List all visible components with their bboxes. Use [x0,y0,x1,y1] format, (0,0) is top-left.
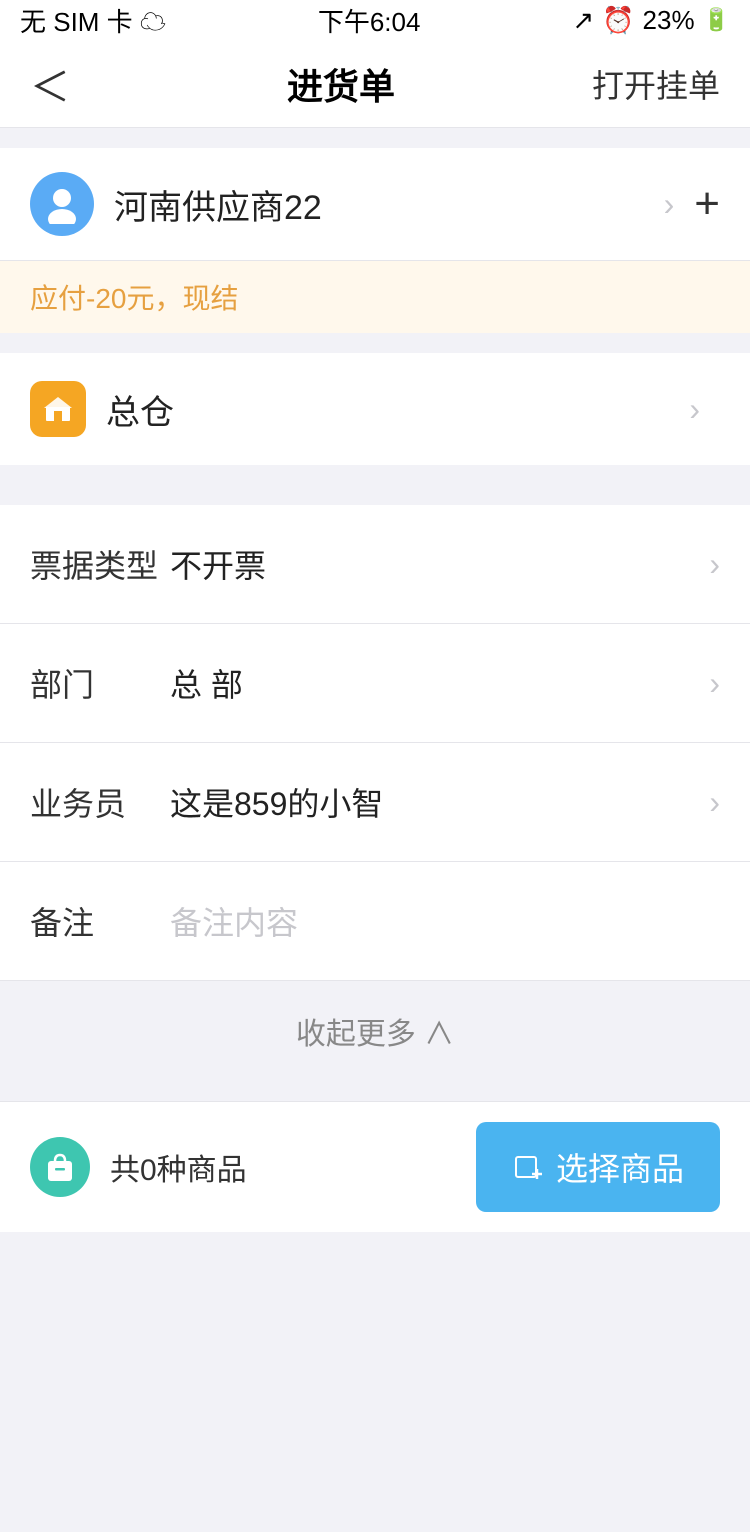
remark-input[interactable]: 备注内容 [160,898,720,944]
select-product-icon [512,1151,544,1183]
supplier-section: 河南供应商22 › + 应付-20元，现结 [0,148,750,333]
status-bar: 无 SIM 卡 ☁ 下午6:04 ↗ ⏰ 23% 🔋 [0,0,750,40]
invoice-type-label: 票据类型 [30,541,160,587]
invoice-type-row[interactable]: 票据类型 不开票 › [0,505,750,624]
battery-label: 23% [643,5,695,36]
bottom-bar: 共0种商品 选择商品 [0,1101,750,1232]
remark-label: 备注 [30,898,160,944]
salesperson-label: 业务员 [30,779,160,825]
warehouse-name: 总仓 [106,385,689,434]
back-button[interactable]: ＜ [30,55,90,113]
location-icon: ↗ [572,5,594,36]
status-time: 下午6:04 [318,2,421,39]
warehouse-icon [30,381,86,437]
battery-icon: 🔋 [703,7,730,33]
section-gap-2 [0,333,750,353]
supplier-chevron-icon: › [664,186,675,223]
collapse-row[interactable]: 收起更多 ∧ [0,980,750,1081]
open-pending-button[interactable]: 打开挂单 [592,61,720,107]
person-icon [42,184,82,224]
form-section: 票据类型 不开票 › 部门 总 部 › 业务员 这是859的小智 › 备注 备注… [0,505,750,980]
department-value: 总 部 [160,660,709,706]
department-label: 部门 [30,660,160,706]
warehouse-section[interactable]: 总仓 › [0,353,750,465]
warehouse-row[interactable]: 总仓 › [0,353,750,465]
warehouse-building-icon [42,393,74,425]
content-background [0,1232,750,1532]
status-right: ↗ ⏰ 23% 🔋 [572,5,730,36]
warehouse-chevron-icon: › [689,391,700,428]
page-title: 进货单 [287,58,395,110]
product-bag-icon [30,1137,90,1197]
select-product-button[interactable]: 选择商品 [476,1122,720,1212]
nav-bar: ＜ 进货单 打开挂单 [0,40,750,128]
add-supplier-button[interactable]: + [694,182,720,226]
section-gap-3 [0,465,750,485]
invoice-type-chevron-icon: › [709,546,720,583]
back-icon: ＜ [30,66,70,110]
alarm-icon: ⏰ [602,5,634,36]
bag-icon [42,1149,78,1185]
section-gap-1 [0,128,750,148]
department-chevron-icon: › [709,665,720,702]
select-product-label: 选择商品 [556,1144,684,1190]
remark-row[interactable]: 备注 备注内容 [0,862,750,980]
salesperson-chevron-icon: › [709,784,720,821]
sim-label: 无 SIM 卡 ☁ [20,2,166,39]
status-left: 无 SIM 卡 ☁ [20,2,166,39]
supplier-name: 河南供应商22 [114,180,664,229]
product-count-label: 共0种商品 [110,1145,456,1189]
section-gap-4 [0,1081,750,1101]
department-row[interactable]: 部门 总 部 › [0,624,750,743]
invoice-type-value: 不开票 [160,541,709,587]
supplier-row[interactable]: 河南供应商22 › + [0,148,750,261]
salesperson-value: 这是859的小智 [160,779,709,825]
salesperson-row[interactable]: 业务员 这是859的小智 › [0,743,750,862]
supplier-avatar [30,172,94,236]
notice-bar: 应付-20元，现结 [0,261,750,333]
